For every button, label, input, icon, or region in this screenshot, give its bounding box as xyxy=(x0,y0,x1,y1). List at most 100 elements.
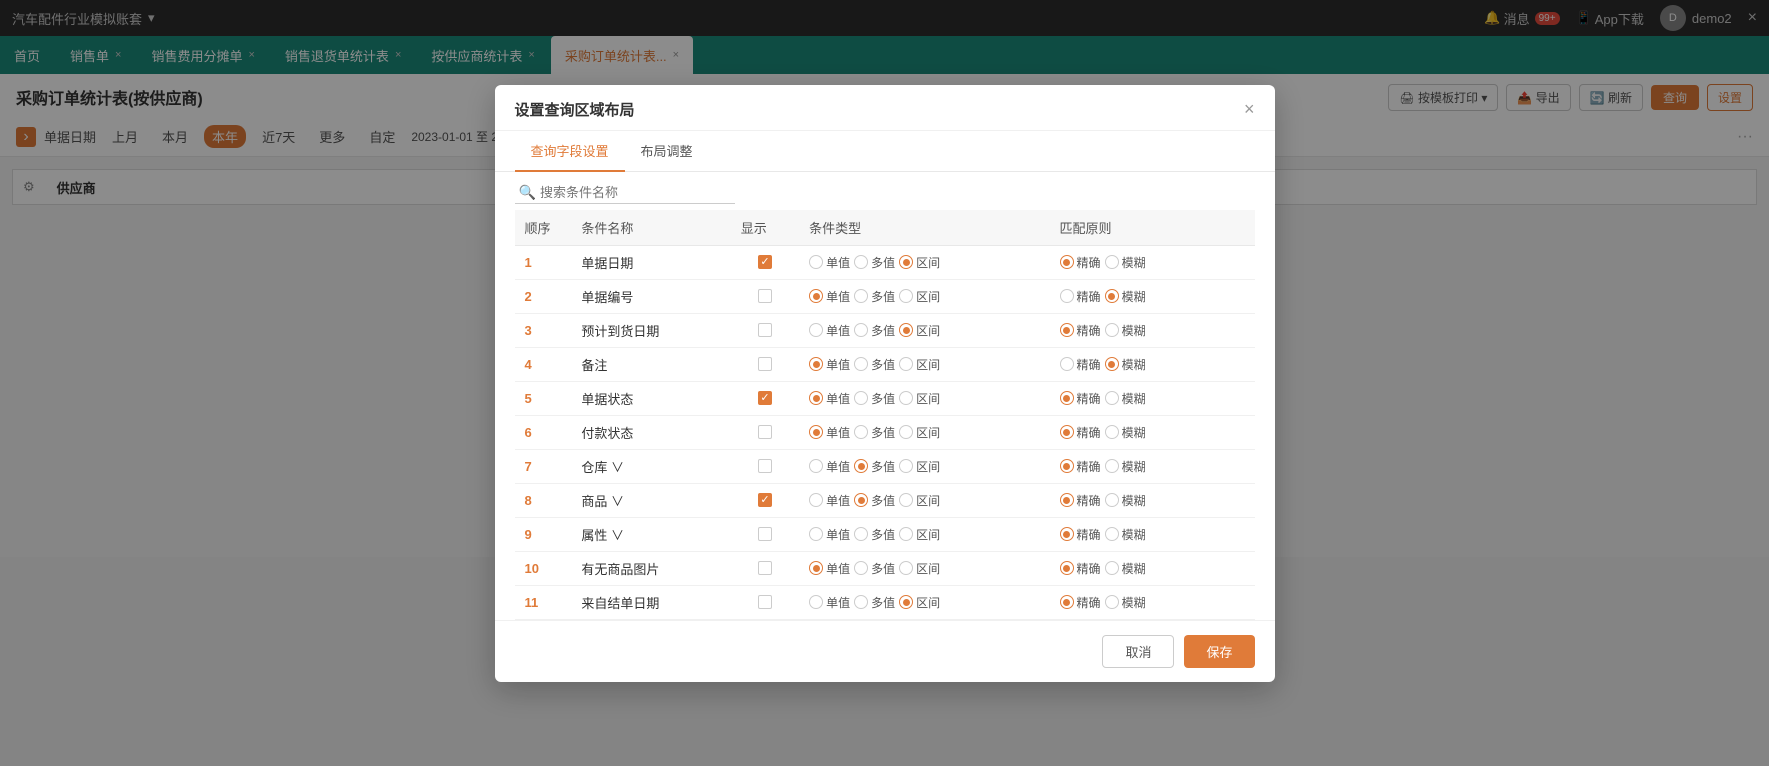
cell-name: 有无商品图片 xyxy=(571,551,730,585)
type-range-radio[interactable]: 区间 xyxy=(899,356,940,373)
match-fuzzy-radio[interactable]: 模糊 xyxy=(1105,254,1146,271)
match-exact-radio[interactable]: 精确 xyxy=(1060,458,1101,475)
cell-match: 精确 模糊 xyxy=(1050,483,1255,517)
table-row: 2单据编号 单值 多值 区间 精确 xyxy=(515,279,1255,313)
type-multi-radio[interactable]: 多值 xyxy=(854,458,895,475)
save-btn[interactable]: 保存 xyxy=(1184,635,1254,668)
match-fuzzy-radio[interactable]: 模糊 xyxy=(1105,560,1146,577)
display-checkbox[interactable] xyxy=(758,527,772,541)
type-multi-radio[interactable]: 多值 xyxy=(854,560,895,577)
type-multi-radio[interactable]: 多值 xyxy=(854,424,895,441)
type-single-radio[interactable]: 单值 xyxy=(809,458,850,475)
type-range-radio[interactable]: 区间 xyxy=(899,322,940,339)
cell-seq: 9 xyxy=(515,517,572,551)
type-single-radio[interactable]: 单值 xyxy=(809,254,850,271)
match-exact-radio[interactable]: 精确 xyxy=(1060,424,1101,441)
type-range-radio[interactable]: 区间 xyxy=(899,492,940,509)
display-checkbox[interactable] xyxy=(758,595,772,609)
match-fuzzy-radio[interactable]: 模糊 xyxy=(1105,322,1146,339)
cell-match: 精确 模糊 xyxy=(1050,347,1255,381)
type-single-radio[interactable]: 单值 xyxy=(809,492,850,509)
type-single-radio[interactable]: 单值 xyxy=(809,356,850,373)
type-range-radio[interactable]: 区间 xyxy=(899,288,940,305)
type-range-radio[interactable]: 区间 xyxy=(899,390,940,407)
display-checkbox[interactable] xyxy=(758,255,772,269)
type-single-radio[interactable]: 单值 xyxy=(809,594,850,611)
display-checkbox[interactable] xyxy=(758,289,772,303)
table-row: 8商品 ∨ 单值 多值 区间 精确 xyxy=(515,483,1255,517)
cell-seq: 7 xyxy=(515,449,572,483)
type-single-radio[interactable]: 单值 xyxy=(809,288,850,305)
type-multi-radio[interactable]: 多值 xyxy=(854,526,895,543)
match-exact-radio[interactable]: 精确 xyxy=(1060,594,1101,611)
type-range-radio[interactable]: 区间 xyxy=(899,526,940,543)
cell-display xyxy=(731,585,799,619)
match-fuzzy-radio[interactable]: 模糊 xyxy=(1105,390,1146,407)
match-fuzzy-radio[interactable]: 模糊 xyxy=(1105,288,1146,305)
type-multi-radio[interactable]: 多值 xyxy=(854,390,895,407)
match-exact-radio[interactable]: 精确 xyxy=(1060,322,1101,339)
match-exact-radio[interactable]: 精确 xyxy=(1060,390,1101,407)
match-fuzzy-radio[interactable]: 模糊 xyxy=(1105,594,1146,611)
cell-display xyxy=(731,279,799,313)
table-header-row: 顺序 条件名称 显示 条件类型 匹配原则 xyxy=(515,210,1255,246)
cell-match: 精确 模糊 xyxy=(1050,585,1255,619)
match-exact-radio[interactable]: 精确 xyxy=(1060,492,1101,509)
cell-seq: 5 xyxy=(515,381,572,415)
cell-type: 单值 多值 区间 xyxy=(799,585,1049,619)
display-checkbox[interactable] xyxy=(758,391,772,405)
search-input[interactable] xyxy=(540,185,720,200)
match-exact-radio[interactable]: 精确 xyxy=(1060,254,1101,271)
settings-dialog: 设置查询区域布局 × 查询字段设置 布局调整 🔍 顺序 xyxy=(495,85,1275,682)
dialog-close-btn[interactable]: × xyxy=(1244,100,1255,118)
display-checkbox[interactable] xyxy=(758,323,772,337)
type-multi-radio[interactable]: 多值 xyxy=(854,492,895,509)
match-exact-radio[interactable]: 精确 xyxy=(1060,288,1101,305)
match-fuzzy-radio[interactable]: 模糊 xyxy=(1105,424,1146,441)
type-multi-radio[interactable]: 多值 xyxy=(854,322,895,339)
type-multi-radio[interactable]: 多值 xyxy=(854,594,895,611)
cell-type: 单值 多值 区间 xyxy=(799,381,1049,415)
type-range-radio[interactable]: 区间 xyxy=(899,560,940,577)
match-fuzzy-radio[interactable]: 模糊 xyxy=(1105,458,1146,475)
display-checkbox[interactable] xyxy=(758,425,772,439)
type-multi-radio[interactable]: 多值 xyxy=(854,254,895,271)
match-fuzzy-radio[interactable]: 模糊 xyxy=(1105,526,1146,543)
display-checkbox[interactable] xyxy=(758,459,772,473)
type-single-radio[interactable]: 单值 xyxy=(809,560,850,577)
match-fuzzy-radio[interactable]: 模糊 xyxy=(1105,492,1146,509)
cell-match: 精确 模糊 xyxy=(1050,415,1255,449)
match-exact-radio[interactable]: 精确 xyxy=(1060,560,1101,577)
dialog-tab-query[interactable]: 查询字段设置 xyxy=(515,131,625,172)
type-single-radio[interactable]: 单值 xyxy=(809,424,850,441)
cell-name: 来自结单日期 xyxy=(571,585,730,619)
type-range-radio[interactable]: 区间 xyxy=(899,458,940,475)
type-single-radio[interactable]: 单值 xyxy=(809,322,850,339)
type-multi-radio[interactable]: 多值 xyxy=(854,288,895,305)
match-exact-radio[interactable]: 精确 xyxy=(1060,356,1101,373)
th-name: 条件名称 xyxy=(571,210,730,246)
match-fuzzy-radio[interactable]: 模糊 xyxy=(1105,356,1146,373)
dialog-tabs: 查询字段设置 布局调整 xyxy=(495,131,1275,172)
cell-display xyxy=(731,313,799,347)
cell-display xyxy=(731,449,799,483)
th-type: 条件类型 xyxy=(799,210,1049,246)
cell-seq: 1 xyxy=(515,245,572,279)
table-row: 11来自结单日期 单值 多值 区间 精确 xyxy=(515,585,1255,619)
display-checkbox[interactable] xyxy=(758,493,772,507)
table-row: 10有无商品图片 单值 多值 区间 精确 xyxy=(515,551,1255,585)
cancel-btn[interactable]: 取消 xyxy=(1102,635,1174,668)
type-multi-radio[interactable]: 多值 xyxy=(854,356,895,373)
cell-display xyxy=(731,483,799,517)
display-checkbox[interactable] xyxy=(758,561,772,575)
cell-match: 精确 模糊 xyxy=(1050,313,1255,347)
type-range-radio[interactable]: 区间 xyxy=(899,594,940,611)
type-single-radio[interactable]: 单值 xyxy=(809,526,850,543)
dialog-tab-layout[interactable]: 布局调整 xyxy=(625,131,709,172)
match-exact-radio[interactable]: 精确 xyxy=(1060,526,1101,543)
type-range-radio[interactable]: 区间 xyxy=(899,424,940,441)
type-single-radio[interactable]: 单值 xyxy=(809,390,850,407)
cell-type: 单值 多值 区间 xyxy=(799,517,1049,551)
type-range-radio[interactable]: 区间 xyxy=(899,254,940,271)
display-checkbox[interactable] xyxy=(758,357,772,371)
